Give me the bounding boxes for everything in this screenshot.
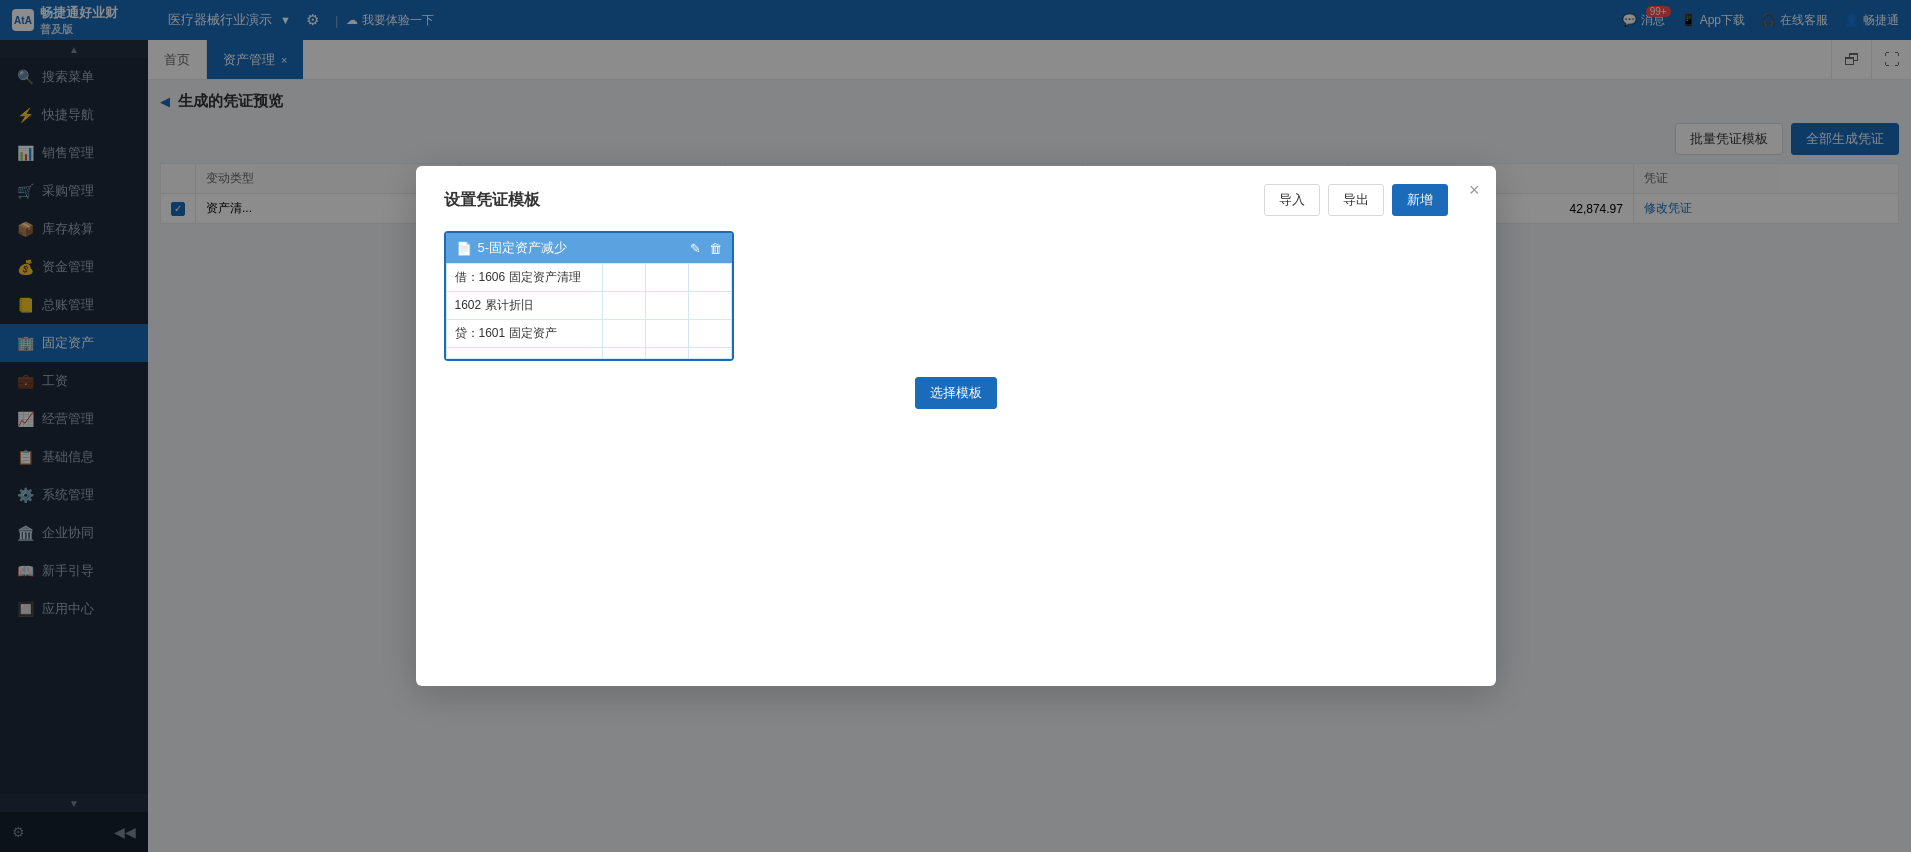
template-header-actions: ✎ 🗑: [690, 241, 722, 256]
template-edit-icon[interactable]: ✎: [690, 241, 701, 256]
template-row-col4-1: [688, 264, 731, 292]
select-template-area: 选择模板: [444, 377, 1468, 409]
template-row-2: 1602 累计折旧: [446, 292, 731, 320]
template-row-3: 贷：1601 固定资产: [446, 320, 731, 348]
template-row-col4-3: [688, 320, 731, 348]
template-row-account-1: 借：1606 固定资产清理: [446, 264, 603, 292]
modal-close-btn[interactable]: ×: [1469, 180, 1480, 201]
template-row-account-3: 贷：1601 固定资产: [446, 320, 603, 348]
template-row-col2-2: [603, 292, 646, 320]
template-row-col2-3: [603, 320, 646, 348]
template-card-body: 借：1606 固定资产清理 1602 累计折旧 贷: [446, 263, 732, 359]
template-row-1: 借：1606 固定资产清理: [446, 264, 731, 292]
new-btn[interactable]: 新增: [1392, 184, 1448, 216]
modal-toolbar: 导入 导出 新增: [1264, 184, 1448, 216]
template-card-header: 📄 5-固定资产减少 ✎ 🗑: [446, 233, 732, 263]
template-row-col4-2: [688, 292, 731, 320]
template-row-col3-1: [646, 264, 689, 292]
template-row-col2-1: [603, 264, 646, 292]
modal-set-template: 设置凭证模板 × 导入 导出 新增 📄 5-固定资产减少 ✎ 🗑: [416, 166, 1496, 686]
import-btn[interactable]: 导入: [1264, 184, 1320, 216]
template-row-account-4: [446, 348, 603, 359]
template-row-col2-4: [603, 348, 646, 359]
export-btn[interactable]: 导出: [1328, 184, 1384, 216]
template-row-account-2: 1602 累计折旧: [446, 292, 603, 320]
template-header-left: 📄 5-固定资产减少: [456, 239, 568, 257]
template-row-col3-3: [646, 320, 689, 348]
template-row-4: [446, 348, 731, 359]
template-doc-icon: 📄: [456, 241, 472, 256]
template-delete-icon[interactable]: 🗑: [709, 241, 722, 256]
select-template-btn[interactable]: 选择模板: [915, 377, 997, 409]
template-row-col4-4: [688, 348, 731, 359]
template-card: 📄 5-固定资产减少 ✎ 🗑 借：1606 固定资产清理: [444, 231, 734, 361]
template-row-col3-2: [646, 292, 689, 320]
modal-overlay: 设置凭证模板 × 导入 导出 新增 📄 5-固定资产减少 ✎ 🗑: [0, 0, 1911, 852]
template-row-col3-4: [646, 348, 689, 359]
template-name: 5-固定资产减少: [478, 239, 568, 257]
template-entries-table: 借：1606 固定资产清理 1602 累计折旧 贷: [446, 263, 732, 359]
